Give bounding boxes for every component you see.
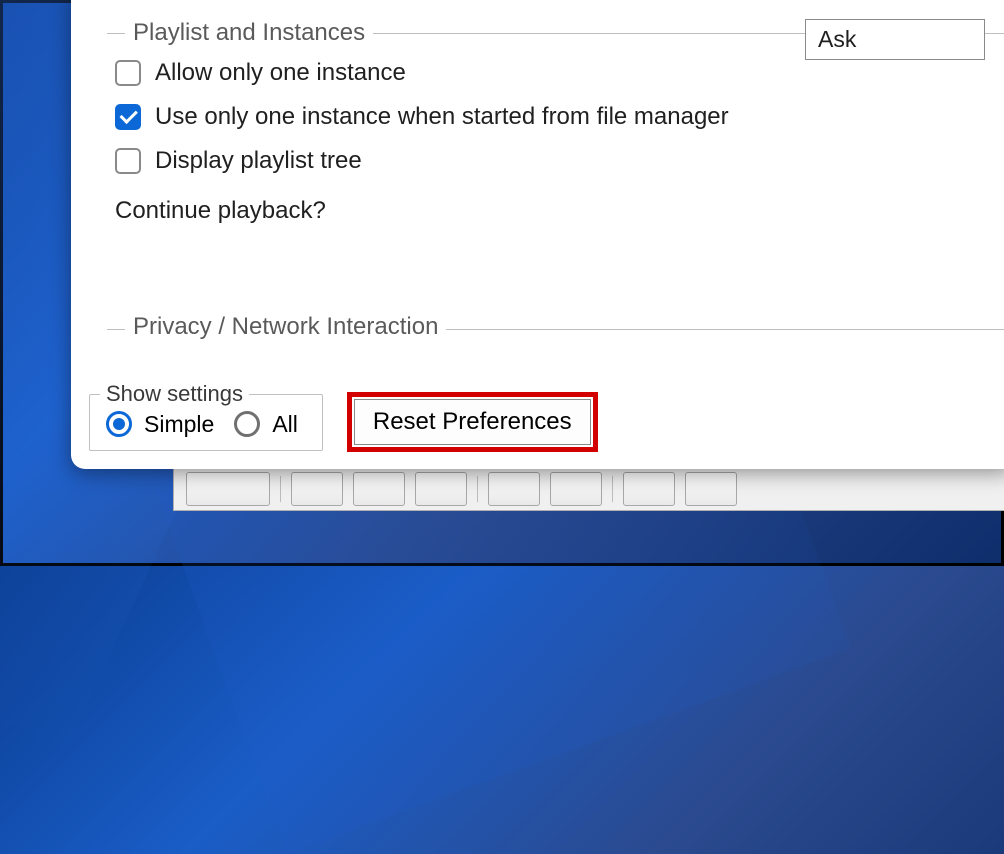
radio-group: Simple All: [106, 411, 306, 438]
reset-preferences-button[interactable]: Reset Preferences: [354, 399, 591, 445]
checkbox-label: Display playlist tree: [155, 147, 362, 175]
reset-highlight: Reset Preferences: [347, 392, 598, 452]
continue-playback-row: Continue playback? Ask: [107, 189, 975, 233]
fullscreen-button[interactable]: [488, 472, 540, 506]
radio-unselected-icon[interactable]: [234, 411, 260, 437]
playlist-instances-group: Playlist and Instances Allow only one in…: [107, 23, 975, 257]
checkbox-unchecked-icon[interactable]: [115, 60, 141, 86]
separator: [280, 476, 281, 502]
checkbox-label: Use only one instance when started from …: [155, 103, 729, 131]
preferences-panel: Playlist and Instances Allow only one in…: [71, 0, 1004, 469]
prev-button[interactable]: [291, 472, 343, 506]
checkbox-unchecked-icon[interactable]: [115, 148, 141, 174]
continue-playback-label: Continue playback?: [115, 197, 326, 225]
show-settings-title: Show settings: [100, 381, 249, 407]
separator: [612, 476, 613, 502]
play-button[interactable]: [186, 472, 270, 506]
group-title: Playlist and Instances: [125, 19, 373, 47]
show-settings-group: Show settings Simple All: [89, 394, 323, 451]
loop-button[interactable]: [623, 472, 675, 506]
stop-button[interactable]: [353, 472, 405, 506]
checkbox-checked-icon[interactable]: [115, 104, 141, 130]
shuffle-button[interactable]: [685, 472, 737, 506]
dropdown-value: Ask: [818, 26, 856, 52]
radio-selected-icon[interactable]: [106, 411, 132, 437]
separator: [477, 476, 478, 502]
option-display-playlist-tree[interactable]: Display playlist tree Pause on th: [107, 139, 975, 183]
player-toolbar: [173, 467, 1004, 511]
next-button[interactable]: [415, 472, 467, 506]
playlist-button[interactable]: [550, 472, 602, 506]
checkbox-label: Allow only one instance: [155, 59, 406, 87]
continue-playback-dropdown[interactable]: Ask: [805, 19, 985, 60]
radio-label-all[interactable]: All: [272, 411, 298, 438]
group-title: Privacy / Network Interaction: [125, 313, 446, 341]
radio-label-simple[interactable]: Simple: [144, 411, 214, 438]
bottom-bar: Show settings Simple All Reset Preferenc…: [71, 363, 1004, 469]
option-one-instance-filemanager[interactable]: Use only one instance when started from …: [107, 95, 975, 139]
